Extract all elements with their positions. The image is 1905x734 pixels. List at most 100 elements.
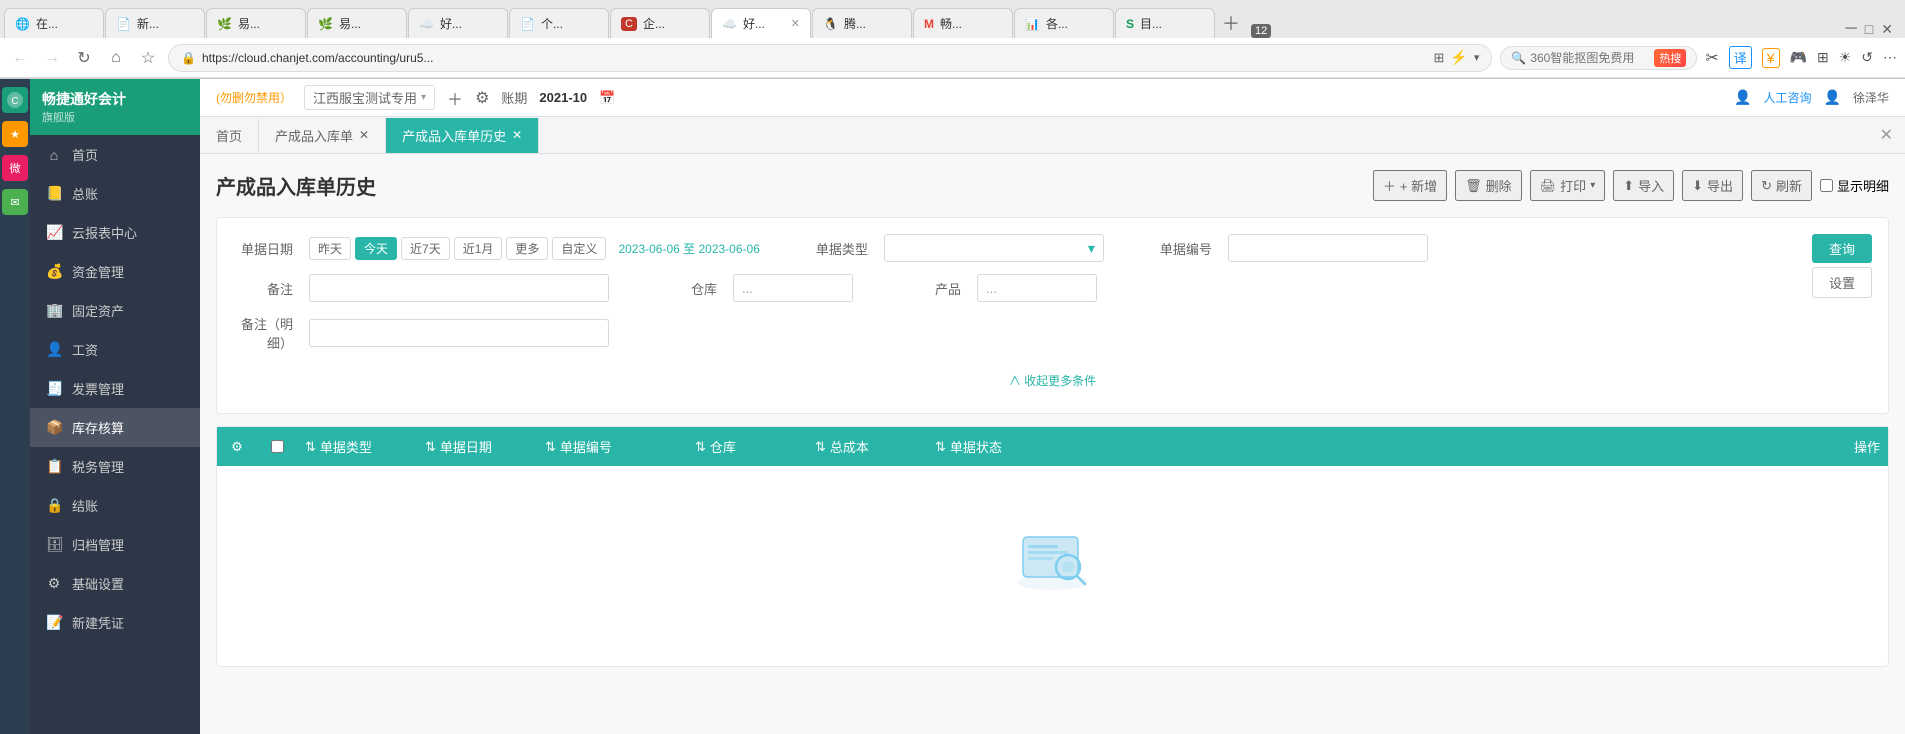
date-custom-btn[interactable]: 自定义	[552, 237, 606, 260]
translate-icon[interactable]: 译	[1729, 46, 1752, 69]
appbar-icon-1[interactable]: ★	[2, 121, 28, 147]
th-total-cost[interactable]: ⇅ 总成本	[807, 427, 927, 466]
filter-settings-button[interactable]: 设置	[1812, 267, 1872, 298]
sidebar-item-funds[interactable]: 💰 资金管理	[30, 252, 200, 291]
sidebar-item-archive[interactable]: 🗄 归档管理	[30, 525, 200, 564]
tab-8-close[interactable]: ✕	[791, 17, 800, 30]
th-doc-status[interactable]: ⇅ 单据状态	[927, 427, 1047, 466]
th-checkbox[interactable]	[257, 430, 297, 463]
date-1month-btn[interactable]: 近1月	[454, 237, 503, 260]
page-tab-list[interactable]: 产成品入库单 ✕	[259, 118, 386, 153]
sidebar-item-settings[interactable]: ⚙ 基础设置	[30, 564, 200, 603]
grid-icon[interactable]: ⊞	[1433, 50, 1444, 66]
sidebar-item-reports[interactable]: 📈 云报表中心	[30, 213, 200, 252]
period-label: 账期	[501, 88, 527, 107]
lightning-icon[interactable]: ⚡	[1450, 49, 1467, 66]
address-bar[interactable]: 🔒 https://cloud.chanjet.com/accounting/u…	[168, 44, 1492, 72]
tab-10[interactable]: M 畅...	[913, 8, 1013, 38]
back-button[interactable]: ←	[8, 46, 32, 70]
tab-2[interactable]: 📄 新...	[105, 8, 205, 38]
add-company-button[interactable]: ＋	[447, 86, 463, 110]
more-icon[interactable]: ⋯	[1883, 49, 1897, 66]
tab-3[interactable]: 🌿 易...	[206, 8, 306, 38]
doc-type-select[interactable]: ▾	[884, 234, 1104, 262]
sidebar-item-assets[interactable]: 🏢 固定资产	[30, 291, 200, 330]
sidebar-item-close-acct[interactable]: 🔒 结账	[30, 486, 200, 525]
new-tab-button[interactable]: ＋	[1216, 8, 1246, 38]
page-tab-history-label: 产成品入库单历史	[402, 126, 506, 145]
refresh-button[interactable]: ↻ 刷新	[1751, 170, 1812, 201]
product-select[interactable]: ...	[977, 274, 1097, 302]
search-input[interactable]	[1530, 51, 1650, 65]
close-window-button[interactable]: ✕	[1881, 21, 1893, 38]
import-button[interactable]: ⬆ 导入	[1613, 170, 1674, 201]
tab-4[interactable]: 🌿 易...	[307, 8, 407, 38]
currency-icon[interactable]: ¥	[1762, 48, 1780, 68]
sidebar-item-payroll[interactable]: 👤 工资	[30, 330, 200, 369]
print-button[interactable]: 🖨 打印 ▾	[1530, 170, 1606, 201]
refresh-browser-button[interactable]: ↻	[72, 46, 96, 70]
date-today-btn[interactable]: 今天	[355, 237, 397, 260]
show-detail-checkbox[interactable]	[1820, 179, 1833, 192]
th-doc-date[interactable]: ⇅ 单据日期	[417, 427, 537, 466]
warehouse-select[interactable]: ...	[733, 274, 853, 302]
tab-7[interactable]: C 企...	[610, 8, 710, 38]
scissors-icon[interactable]: ✂	[1705, 48, 1718, 68]
tab-5[interactable]: ☁️ 好...	[408, 8, 508, 38]
user-service-label[interactable]: 人工咨询	[1764, 89, 1812, 106]
th-doc-no[interactable]: ⇅ 单据编号	[537, 427, 687, 466]
date-7days-btn[interactable]: 近7天	[401, 237, 450, 260]
sidebar-item-ledger[interactable]: 📒 总账	[30, 174, 200, 213]
address-dropdown-icon[interactable]: ▾	[1474, 51, 1480, 64]
doc-no-input[interactable]	[1228, 234, 1428, 262]
page-tab-history-close[interactable]: ✕	[512, 128, 522, 142]
show-detail-toggle[interactable]: 显示明细	[1820, 176, 1889, 195]
forward-button[interactable]: →	[40, 46, 64, 70]
page-tab-home[interactable]: 首页	[200, 118, 259, 153]
tab-12[interactable]: S 目...	[1115, 8, 1215, 38]
panel-close-button[interactable]: ✕	[1868, 117, 1905, 153]
tab-6[interactable]: 📄 个...	[509, 8, 609, 38]
sidebar-item-new-voucher[interactable]: 📝 新建凭证	[30, 603, 200, 642]
sidebar-item-home[interactable]: ⌂ 首页	[30, 135, 200, 174]
sidebar-item-tax[interactable]: 📋 税务管理	[30, 447, 200, 486]
appbar-icon-2[interactable]: 微	[2, 155, 28, 181]
date-yesterday-btn[interactable]: 昨天	[309, 237, 351, 260]
delete-button[interactable]: 🗑 删除	[1455, 170, 1522, 201]
appbar-icon-3[interactable]: ✉	[2, 189, 28, 215]
query-button[interactable]: 查询	[1812, 234, 1872, 263]
th-settings[interactable]: ⚙	[217, 429, 257, 465]
tab-1[interactable]: 🌐 在...	[4, 8, 104, 38]
tab-8[interactable]: ☁️ 好... ✕	[711, 8, 811, 38]
page-tab-history[interactable]: 产成品入库单历史 ✕	[386, 118, 539, 153]
empty-illustration	[1003, 517, 1103, 616]
sidebar-item-inventory[interactable]: 📦 库存核算	[30, 408, 200, 447]
search-bar[interactable]: 🔍 热搜	[1500, 46, 1697, 70]
grid2-icon[interactable]: ⊞	[1817, 49, 1829, 66]
sun-icon[interactable]: ☀	[1839, 49, 1852, 66]
game-icon[interactable]: 🎮	[1790, 49, 1807, 66]
tab-9[interactable]: 🐧 腾...	[812, 8, 912, 38]
page-tab-list-close[interactable]: ✕	[359, 128, 369, 142]
th-warehouse[interactable]: ⇅ 仓库	[687, 427, 807, 466]
sync-icon[interactable]: ↺	[1861, 49, 1873, 66]
select-all-checkbox[interactable]	[271, 440, 284, 453]
detail-note-input[interactable]	[309, 319, 609, 347]
minimize-button[interactable]: ─	[1845, 20, 1856, 38]
home-browser-button[interactable]: ⌂	[104, 46, 128, 70]
bookmark-button[interactable]: ☆	[136, 46, 160, 70]
empty-state	[963, 477, 1143, 656]
tab-11[interactable]: 📊 各...	[1014, 8, 1114, 38]
calendar-icon[interactable]: 📅	[599, 90, 615, 106]
export-button[interactable]: ⬇ 导出	[1682, 170, 1743, 201]
sidebar-item-invoice[interactable]: 🧾 发票管理	[30, 369, 200, 408]
company-select[interactable]: 江西服宝测试专用 ▾	[304, 85, 435, 110]
app-logo[interactable]: C	[2, 87, 28, 113]
th-doc-type[interactable]: ⇅ 单据类型	[297, 427, 417, 466]
note-input[interactable]	[309, 274, 609, 302]
maximize-button[interactable]: □	[1865, 21, 1873, 37]
company-settings-icon[interactable]: ⚙	[475, 88, 489, 108]
collapse-bar[interactable]: ∧ 收起更多条件	[233, 364, 1872, 397]
date-more-btn[interactable]: 更多	[506, 237, 548, 260]
add-button[interactable]: ＋ + 新增	[1373, 170, 1447, 201]
